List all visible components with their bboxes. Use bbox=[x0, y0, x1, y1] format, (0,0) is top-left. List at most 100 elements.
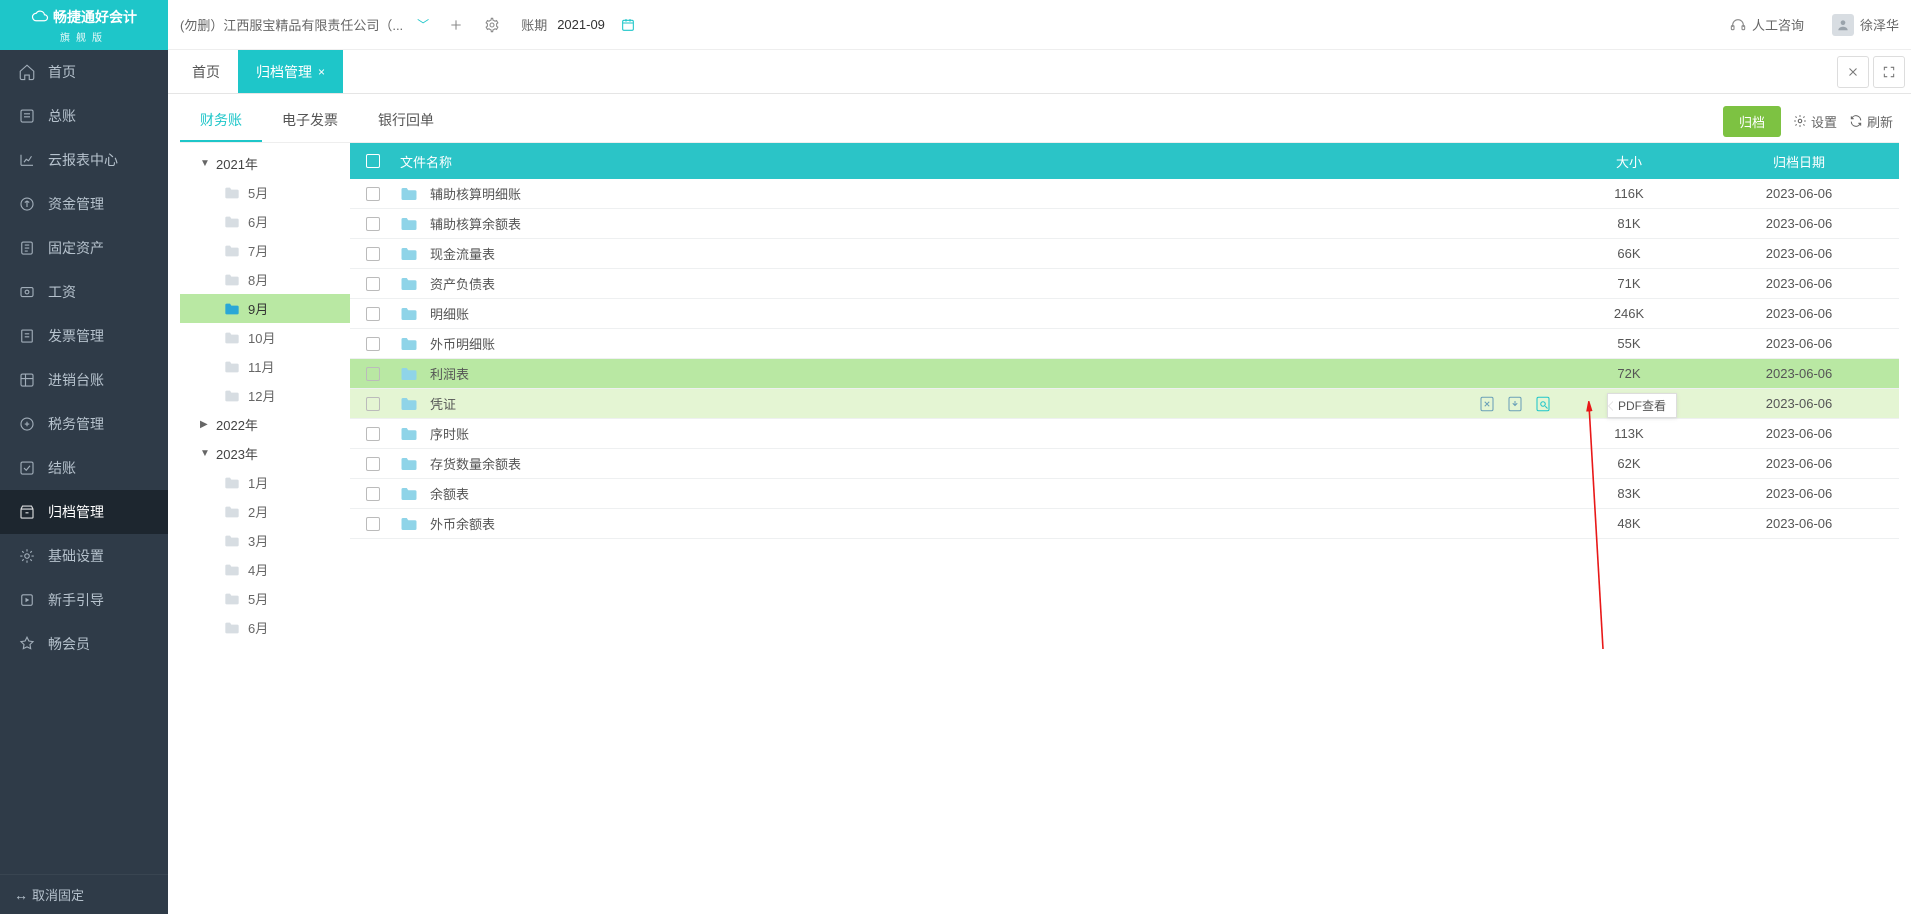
sidebar-item-reports[interactable]: 云报表中心 bbox=[0, 138, 168, 182]
subtabs: 财务账 电子发票 银行回单 归档 设置 刷新 bbox=[180, 100, 1899, 143]
gear-icon[interactable] bbox=[479, 12, 505, 38]
download-pdf-icon[interactable] bbox=[1505, 394, 1525, 414]
subtab-bankslip[interactable]: 银行回单 bbox=[358, 100, 454, 142]
sidebar-item-ledger[interactable]: 总账 bbox=[0, 94, 168, 138]
ledger-icon bbox=[18, 107, 36, 125]
download-xls-icon[interactable] bbox=[1477, 394, 1497, 414]
sidebar-item-closing[interactable]: 结账 bbox=[0, 446, 168, 490]
subtab-finance[interactable]: 财务账 bbox=[180, 100, 262, 142]
row-checkbox[interactable] bbox=[366, 517, 380, 531]
sidebar-item-assets[interactable]: 固定资产 bbox=[0, 226, 168, 270]
sidebar-item-funds[interactable]: 资金管理 bbox=[0, 182, 168, 226]
sidebar-item-psi[interactable]: 进销台账 bbox=[0, 358, 168, 402]
tree-month[interactable]: 12月 bbox=[180, 381, 350, 410]
refresh-button[interactable]: 刷新 bbox=[1849, 112, 1893, 131]
row-checkbox[interactable] bbox=[366, 367, 380, 381]
row-checkbox[interactable] bbox=[366, 487, 380, 501]
settings-icon bbox=[18, 547, 36, 565]
row-checkbox[interactable] bbox=[366, 187, 380, 201]
file-size: 113K bbox=[1559, 426, 1699, 441]
tree-month[interactable]: 10月 bbox=[180, 323, 350, 352]
row-checkbox[interactable] bbox=[366, 217, 380, 231]
tree-year[interactable]: ▼2023年 bbox=[180, 439, 350, 468]
table-row[interactable]: 利润表 72K 2023-06-06 bbox=[350, 359, 1899, 389]
select-all-checkbox[interactable] bbox=[366, 154, 380, 168]
settings-button[interactable]: 设置 bbox=[1793, 112, 1837, 131]
tab-home[interactable]: 首页 bbox=[174, 50, 238, 93]
table-row[interactable]: 资产负债表 71K 2023-06-06 bbox=[350, 269, 1899, 299]
row-checkbox[interactable] bbox=[366, 397, 380, 411]
table-row[interactable]: 序时账 113K 2023-06-06 bbox=[350, 419, 1899, 449]
sidebar-item-member[interactable]: 畅会员 bbox=[0, 622, 168, 666]
row-checkbox[interactable] bbox=[366, 307, 380, 321]
tree-year[interactable]: ▼2021年 bbox=[180, 149, 350, 178]
sidebar-item-label: 基础设置 bbox=[48, 546, 104, 566]
unpin-button[interactable]: ↔ 取消固定 bbox=[0, 874, 168, 914]
table-row[interactable]: 明细账 246K 2023-06-06 bbox=[350, 299, 1899, 329]
close-icon[interactable]: × bbox=[318, 65, 325, 79]
sidebar-item-tax[interactable]: 税务管理 bbox=[0, 402, 168, 446]
row-checkbox[interactable] bbox=[366, 337, 380, 351]
file-icon bbox=[400, 366, 418, 382]
folder-icon bbox=[224, 331, 240, 345]
table-row[interactable]: 辅助核算明细账 116K 2023-06-06 bbox=[350, 179, 1899, 209]
folder-icon bbox=[224, 621, 240, 635]
table-row[interactable]: 现金流量表 66K 2023-06-06 bbox=[350, 239, 1899, 269]
tree-month[interactable]: 9月 bbox=[180, 294, 350, 323]
tree-month[interactable]: 6月 bbox=[180, 207, 350, 236]
table-row[interactable]: 存货数量余额表 62K 2023-06-06 bbox=[350, 449, 1899, 479]
sidebar-item-label: 云报表中心 bbox=[48, 150, 118, 170]
view-pdf-icon[interactable] bbox=[1533, 394, 1553, 414]
sidebar-item-archive[interactable]: 归档管理 bbox=[0, 490, 168, 534]
sidebar-item-home[interactable]: 首页 bbox=[0, 50, 168, 94]
file-name: 利润表 bbox=[430, 364, 469, 383]
close-all-icon[interactable] bbox=[1837, 56, 1869, 88]
table-row[interactable]: 外币明细账 55K 2023-06-06 bbox=[350, 329, 1899, 359]
sidebar-item-salary[interactable]: 工资 bbox=[0, 270, 168, 314]
tree-month[interactable]: 2月 bbox=[180, 497, 350, 526]
table-row[interactable]: 外币余额表 48K 2023-06-06 bbox=[350, 509, 1899, 539]
row-checkbox[interactable] bbox=[366, 247, 380, 261]
folder-icon bbox=[224, 273, 240, 287]
table-row[interactable]: 凭证 53K 2023-06-06 PDF查看 bbox=[350, 389, 1899, 419]
tree-month[interactable]: 5月 bbox=[180, 178, 350, 207]
tree-month[interactable]: 7月 bbox=[180, 236, 350, 265]
tree-month[interactable]: 11月 bbox=[180, 352, 350, 381]
tree-month[interactable]: 3月 bbox=[180, 526, 350, 555]
row-checkbox[interactable] bbox=[366, 457, 380, 471]
table-row[interactable]: 辅助核算余额表 81K 2023-06-06 bbox=[350, 209, 1899, 239]
file-icon bbox=[400, 186, 418, 202]
archive-button[interactable]: 归档 bbox=[1723, 106, 1781, 137]
file-icon bbox=[400, 516, 418, 532]
folder-icon bbox=[224, 186, 240, 200]
chevron-down-icon[interactable]: ﹀ bbox=[413, 16, 433, 33]
sidebar-item-invoice[interactable]: 发票管理 bbox=[0, 314, 168, 358]
calendar-icon[interactable] bbox=[615, 12, 641, 38]
tree-month[interactable]: 1月 bbox=[180, 468, 350, 497]
sidebar-item-settings[interactable]: 基础设置 bbox=[0, 534, 168, 578]
add-icon[interactable] bbox=[443, 12, 469, 38]
period-value[interactable]: 2021-09 bbox=[557, 17, 605, 32]
sidebar-item-guide[interactable]: 新手引导 bbox=[0, 578, 168, 622]
file-name: 序时账 bbox=[430, 424, 469, 443]
subtab-einvoice[interactable]: 电子发票 bbox=[262, 100, 358, 142]
company-selector[interactable]: (勿删）江西服宝精品有限责任公司（... bbox=[180, 15, 403, 34]
tree-year[interactable]: ▶2022年 bbox=[180, 410, 350, 439]
avatar-icon bbox=[1832, 14, 1854, 36]
fullscreen-icon[interactable] bbox=[1873, 56, 1905, 88]
file-name: 凭证 bbox=[430, 394, 456, 413]
row-checkbox[interactable] bbox=[366, 427, 380, 441]
tab-archive[interactable]: 归档管理 × bbox=[238, 50, 343, 93]
file-name: 明细账 bbox=[430, 304, 469, 323]
folder-icon bbox=[224, 215, 240, 229]
file-date: 2023-06-06 bbox=[1699, 516, 1899, 531]
tree-month[interactable]: 4月 bbox=[180, 555, 350, 584]
tree-month[interactable]: 8月 bbox=[180, 265, 350, 294]
row-checkbox[interactable] bbox=[366, 277, 380, 291]
user-menu[interactable]: 徐泽华 bbox=[1832, 14, 1899, 36]
folder-icon bbox=[224, 360, 240, 374]
tree-month[interactable]: 6月 bbox=[180, 613, 350, 642]
tree-month[interactable]: 5月 bbox=[180, 584, 350, 613]
table-row[interactable]: 余额表 83K 2023-06-06 bbox=[350, 479, 1899, 509]
consult-button[interactable]: 人工咨询 bbox=[1730, 15, 1804, 34]
